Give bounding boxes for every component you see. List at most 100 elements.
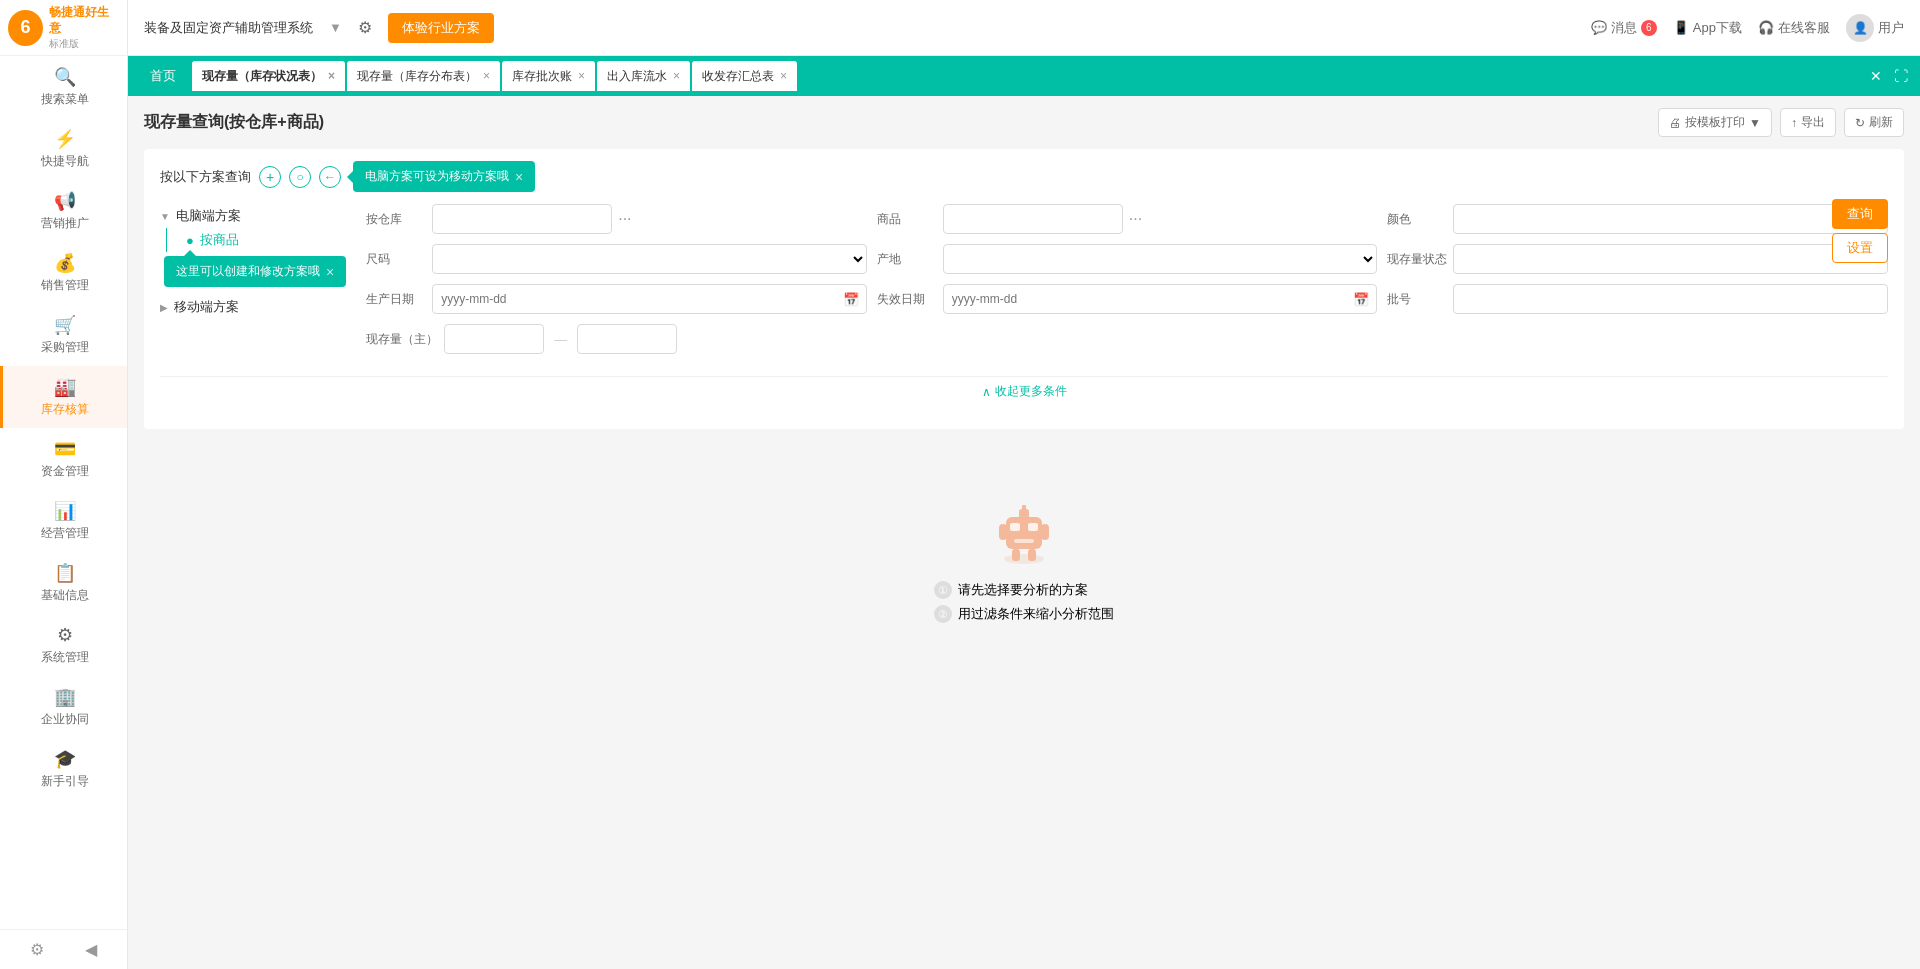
sidebar-item-inventory[interactable]: 🏭 库存核算	[0, 366, 127, 428]
warehouse-dots[interactable]: ···	[618, 210, 631, 228]
batch-label: 批号	[1387, 291, 1447, 308]
print-btn[interactable]: 🖨 按模板打印 ▼	[1658, 108, 1772, 137]
sidebar-item-finance[interactable]: 💳 资金管理	[0, 428, 127, 490]
scheme-pc-header[interactable]: ▼ 电脑端方案	[160, 204, 346, 228]
empty-tip-1: ① 请先选择要分析的方案	[934, 581, 1114, 599]
field-expire-date: 失效日期 📅	[877, 284, 1378, 314]
tab-fullscreen-btn[interactable]: ⛶	[1890, 64, 1912, 88]
warehouse-input[interactable]	[432, 204, 612, 234]
goods-dots[interactable]: ···	[1129, 210, 1142, 228]
tab-label-3: 出入库流水	[607, 68, 667, 85]
tree-line	[166, 228, 167, 252]
scheme-section: ▼ 电脑端方案 ● 按商品 这里可以创建和修改方案	[160, 204, 1888, 364]
prod-date-calendar-icon: 📅	[843, 292, 859, 307]
stock-status-select[interactable]	[1453, 244, 1888, 274]
header-right: 💬 消息 6 📱 App下载 🎧 在线客服 👤 用户	[1591, 14, 1904, 42]
main-content: 装备及固定资产辅助管理系统 ▼ ⚙ 体验行业方案 💬 消息 6 📱 App下载 …	[128, 0, 1920, 969]
stock-main-from[interactable]	[444, 324, 544, 354]
tab-item-1[interactable]: 现存量（库存分布表） ×	[347, 61, 500, 91]
tab-label-0: 现存量（库存状况表）	[202, 68, 322, 85]
origin-select[interactable]	[943, 244, 1378, 274]
sidebar-item-base[interactable]: 📋 基础信息	[0, 552, 127, 614]
export-icon: ↑	[1791, 116, 1797, 130]
tab-close-all-btn[interactable]: ✕	[1866, 64, 1886, 88]
sidebar-item-inventory-label: 库存核算	[41, 401, 89, 418]
guide-icon: 🎓	[54, 748, 76, 770]
filter-back-btn[interactable]: ←	[319, 166, 341, 188]
refresh-btn[interactable]: ↻ 刷新	[1844, 108, 1904, 137]
tooltip-create-close[interactable]: ×	[326, 264, 334, 280]
sidebar-item-quicknav[interactable]: ⚡ 快捷导航	[0, 118, 127, 180]
settings-bottom-btn[interactable]: ⚙	[30, 940, 44, 959]
search-icon: 🔍	[54, 66, 76, 88]
industry-btn[interactable]: 体验行业方案	[388, 13, 494, 43]
filter-add-btn[interactable]: +	[259, 166, 281, 188]
app-download-btn[interactable]: 📱 App下载	[1673, 19, 1742, 37]
tooltip2-wrapper: 这里可以创建和修改方案哦 ×	[164, 256, 346, 287]
scheme-mobile-header[interactable]: ▶ 移动端方案	[160, 295, 346, 319]
sidebar-item-purchase[interactable]: 🛒 采购管理	[0, 304, 127, 366]
tab-item-3[interactable]: 出入库流水 ×	[597, 61, 690, 91]
stock-range-sep: —	[554, 332, 567, 347]
sidebar-item-operations[interactable]: 📊 经营管理	[0, 490, 127, 552]
content-area: 现存量查询(按仓库+商品) 🖨 按模板打印 ▼ ↑ 导出 ↻ 刷新	[128, 96, 1920, 969]
sidebar-item-marketing[interactable]: 📢 营销推广	[0, 180, 127, 242]
online-service-btn[interactable]: 🎧 在线客服	[1758, 19, 1830, 37]
tab-close-3[interactable]: ×	[673, 69, 680, 83]
color-label: 颜色	[1387, 211, 1447, 228]
filter-row-2: 尺码 产地 现存量状态	[366, 244, 1888, 274]
goods-input[interactable]	[943, 204, 1123, 234]
tab-item-4[interactable]: 收发存汇总表 ×	[692, 61, 797, 91]
size-select[interactable]	[432, 244, 867, 274]
query-btns: 查询 设置	[1832, 199, 1888, 263]
sidebar-item-system[interactable]: ⚙ 系统管理	[0, 614, 127, 676]
svg-rect-6	[1022, 505, 1026, 511]
svg-rect-7	[999, 524, 1007, 540]
user-menu[interactable]: 👤 用户	[1846, 14, 1904, 42]
tab-close-2[interactable]: ×	[578, 69, 585, 83]
query-btn[interactable]: 查询	[1832, 199, 1888, 229]
prod-date-input[interactable]	[432, 284, 867, 314]
tooltip-pc-text: 电脑方案可设为移动方案哦	[365, 168, 509, 185]
settings-gear-icon[interactable]: ⚙	[358, 18, 372, 37]
user-label: 用户	[1878, 19, 1904, 37]
messages-btn[interactable]: 💬 消息 6	[1591, 19, 1657, 37]
sidebar-item-guide[interactable]: 🎓 新手引导	[0, 738, 127, 800]
tab-item-2[interactable]: 库存批次账 ×	[502, 61, 595, 91]
page-actions: 🖨 按模板打印 ▼ ↑ 导出 ↻ 刷新	[1658, 108, 1904, 137]
stock-main-to[interactable]	[577, 324, 677, 354]
tab-close-0[interactable]: ×	[328, 69, 335, 83]
system-name-dropdown[interactable]: ▼	[329, 20, 342, 35]
mobile-scheme-label: 移动端方案	[174, 298, 239, 316]
sidebar-logo: 6 畅捷通好生意 标准版	[0, 0, 127, 56]
tooltip-pc-close[interactable]: ×	[515, 169, 523, 185]
tab-close-1[interactable]: ×	[483, 69, 490, 83]
filter-row-1: 按仓库 ··· 商品 ··· 颜色	[366, 204, 1888, 234]
sidebar-item-sales[interactable]: 💰 销售管理	[0, 242, 127, 304]
empty-state: ① 请先选择要分析的方案 ② 用过滤条件来缩小分析范围	[144, 429, 1904, 683]
sidebar-bottom: ⚙ ◀	[0, 929, 127, 969]
field-prod-date: 生产日期 📅	[366, 284, 867, 314]
field-origin: 产地	[877, 244, 1378, 274]
batch-input[interactable]	[1453, 284, 1888, 314]
color-select[interactable]	[1453, 204, 1888, 234]
scheme-pc-children: ● 按商品	[160, 228, 346, 252]
export-btn[interactable]: ↑ 导出	[1780, 108, 1836, 137]
tab-close-4[interactable]: ×	[780, 69, 787, 83]
collapse-filter-btn[interactable]: ∧ 收起更多条件	[160, 376, 1888, 406]
filter-circle-btn[interactable]: ○	[289, 166, 311, 188]
print-label: 按模板打印	[1685, 114, 1745, 131]
svg-rect-3	[1028, 523, 1038, 531]
field-size: 尺码	[366, 244, 867, 274]
sidebar-item-enterprise[interactable]: 🏢 企业协同	[0, 676, 127, 738]
expire-date-input[interactable]	[943, 284, 1378, 314]
tab-home[interactable]: 首页	[136, 56, 190, 96]
scheme-pc-sub[interactable]: ● 按商品	[176, 228, 346, 252]
empty-tips: ① 请先选择要分析的方案 ② 用过滤条件来缩小分析范围	[934, 581, 1114, 623]
collapse-sidebar-btn[interactable]: ◀	[85, 940, 97, 959]
tab-item-0[interactable]: 现存量（库存状况表） ×	[192, 61, 345, 91]
sidebar-item-system-label: 系统管理	[41, 649, 89, 666]
marketing-icon: 📢	[54, 190, 76, 212]
sidebar-item-search[interactable]: 🔍 搜索菜单	[0, 56, 127, 118]
reset-btn[interactable]: 设置	[1832, 233, 1888, 263]
